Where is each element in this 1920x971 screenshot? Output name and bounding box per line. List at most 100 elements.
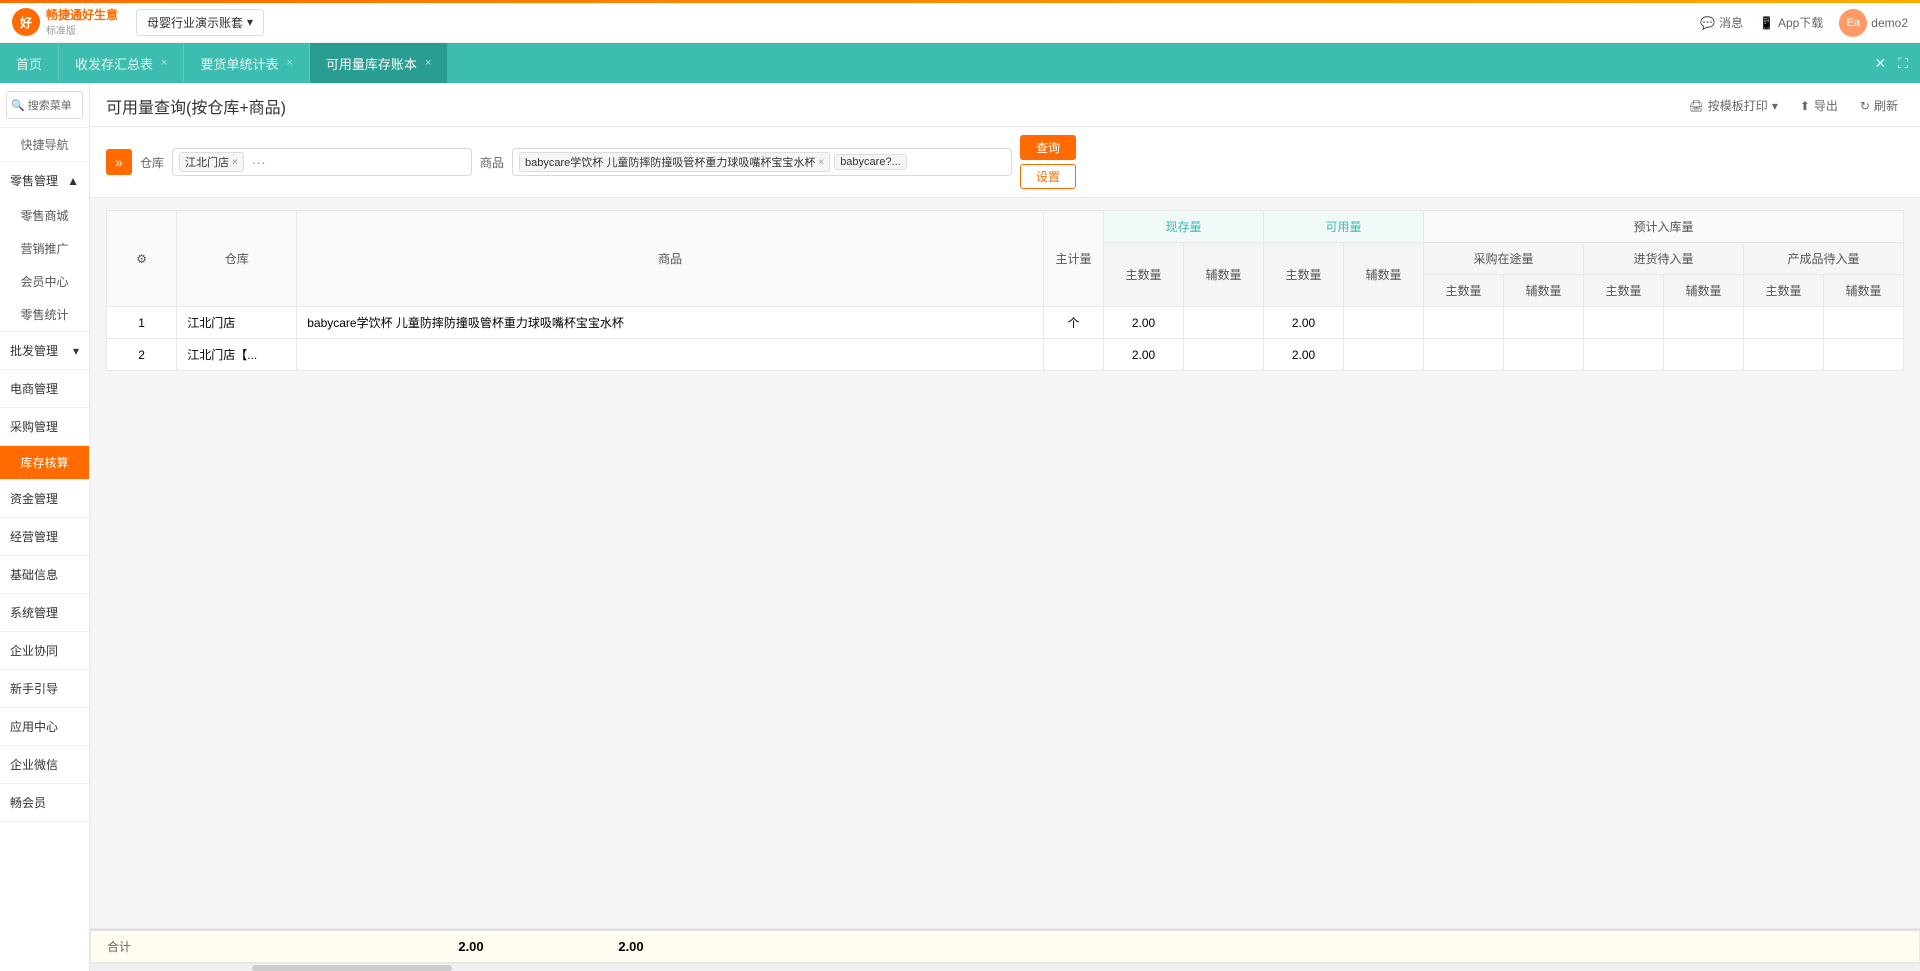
- sidebar-item-retail-stats[interactable]: 零售统计: [0, 298, 89, 331]
- sidebar-item-marketing[interactable]: 营销推广: [0, 232, 89, 265]
- sidebar-section-purchase-header[interactable]: 采购管理: [0, 408, 89, 445]
- sidebar-section-newbie-header[interactable]: 新手引导: [0, 670, 89, 707]
- cell-unit: [1044, 339, 1104, 371]
- remove-warehouse-tag[interactable]: ×: [232, 157, 238, 168]
- remove-product-tag-1[interactable]: ×: [818, 157, 824, 168]
- th-inc-aux: 辅数量: [1664, 275, 1744, 307]
- query-button[interactable]: 查询: [1020, 135, 1076, 160]
- dropdown-icon: ▾: [1772, 99, 1778, 113]
- sidebar-item-quick-nav[interactable]: 快捷导航: [0, 128, 89, 162]
- store-selector[interactable]: 母婴行业演示账套 ▾: [136, 9, 264, 36]
- logo-icon: 好: [12, 8, 40, 36]
- scrollbar-thumb[interactable]: [252, 965, 452, 971]
- page-header: 可用量查询(按仓库+商品) 🖨 按模板打印 ▾ ⬆ 导出 ↻ 刷新: [90, 83, 1920, 127]
- tab-home[interactable]: 首页: [0, 43, 59, 83]
- top-bar-right: 💬 消息 📱 App下载 Ea demo2: [1700, 9, 1908, 37]
- sidebar-section-finance-header[interactable]: 资金管理: [0, 480, 89, 517]
- sidebar-search-area: 🔍 搜索菜单: [0, 83, 89, 128]
- footer-stock-main: 2.00: [431, 939, 511, 954]
- user-profile[interactable]: Ea demo2: [1839, 9, 1908, 37]
- product-label: 商品: [480, 154, 504, 171]
- sidebar-section-apps-header[interactable]: 应用中心: [0, 708, 89, 745]
- cell-warehouse: 江北门店【...: [177, 339, 297, 371]
- chevron-icon: ▲: [67, 174, 79, 188]
- cell-prod-aux: [1824, 339, 1904, 371]
- th-incoming: 进货待入量: [1584, 243, 1744, 275]
- table-container: ⚙ 仓库 商品 主计量 现存量 可用量 预计入库量 主数量 辅数量 主数量 辅数…: [90, 198, 1920, 928]
- tab-stock-summary[interactable]: 收发存汇总表 ×: [59, 43, 184, 83]
- th-stock-main: 主数量: [1104, 243, 1184, 307]
- sidebar-section-system-header[interactable]: 系统管理: [0, 594, 89, 631]
- tab-order-stats[interactable]: 要货单统计表 ×: [184, 43, 309, 83]
- export-button[interactable]: ⬆ 导出: [1794, 93, 1844, 118]
- refresh-button[interactable]: ↻ 刷新: [1854, 93, 1904, 118]
- sidebar-section-collab-header[interactable]: 企业协同: [0, 632, 89, 669]
- th-production: 产成品待入量: [1744, 243, 1904, 275]
- page-bottom: 合计 2.00 2.00: [90, 928, 1920, 971]
- nav-controls: ✕ ⛶: [1870, 43, 1920, 83]
- cell-avail-main: 2.00: [1264, 339, 1344, 371]
- th-prod-aux: 辅数量: [1824, 275, 1904, 307]
- sidebar-section-biz-header[interactable]: 经营管理: [0, 518, 89, 555]
- sidebar-section-system: 系统管理: [0, 594, 89, 632]
- th-stock-group: 现存量: [1104, 211, 1264, 243]
- cell-inc-aux: [1664, 307, 1744, 339]
- th-pur-aux: 辅数量: [1504, 275, 1584, 307]
- table-footer: 合计 2.00 2.00: [90, 929, 1920, 963]
- cell-unit: 个: [1044, 307, 1104, 339]
- th-pur-main: 主数量: [1424, 275, 1504, 307]
- cell-stock-main: 2.00: [1104, 339, 1184, 371]
- sidebar-section-inventory: 库存核算: [0, 446, 89, 480]
- cell-product: [297, 339, 1044, 371]
- warehouse-filter-input[interactable]: 江北门店 × ···: [172, 148, 472, 176]
- main-layout: 🔍 搜索菜单 快捷导航 零售管理 ▲ 零售商城 营销推广 会员中心 零售统计 批…: [0, 83, 1920, 971]
- filter-expand-button[interactable]: »: [106, 149, 132, 175]
- cell-seq: 1: [107, 307, 177, 339]
- product-filter-input[interactable]: babycare学饮杯 儿童防摔防撞吸管杯重力球吸嘴杯宝宝水杯 × babyca…: [512, 148, 1012, 176]
- close-icon[interactable]: ×: [425, 57, 431, 69]
- sidebar-item-members[interactable]: 会员中心: [0, 265, 89, 298]
- tab-available-stock[interactable]: 可用量库存账本 ×: [310, 43, 448, 83]
- chevron-icon: ▾: [73, 344, 79, 358]
- cell-stock-aux: [1184, 339, 1264, 371]
- cell-inc-main: [1584, 339, 1664, 371]
- footer-label: 合计: [91, 938, 251, 955]
- th-planned-group: 预计入库量: [1424, 211, 1904, 243]
- sidebar-item-retail-mall[interactable]: 零售商城: [0, 199, 89, 232]
- sidebar-section-apps: 应用中心: [0, 708, 89, 746]
- logo-title: 畅捷通好生意: [46, 8, 118, 22]
- cell-pur-aux: [1504, 307, 1584, 339]
- sidebar-section-basic: 基础信息: [0, 556, 89, 594]
- sidebar-section-retail-header[interactable]: 零售管理 ▲: [0, 162, 89, 199]
- avatar: Ea: [1839, 9, 1867, 37]
- export-icon: ⬆: [1800, 99, 1810, 113]
- close-icon[interactable]: ×: [161, 57, 167, 69]
- search-menu-button[interactable]: 🔍 搜索菜单: [6, 91, 83, 119]
- sidebar-section-ecom-header[interactable]: 电商管理: [0, 370, 89, 407]
- table-settings-cell[interactable]: ⚙: [107, 211, 177, 307]
- refresh-icon: ↻: [1860, 99, 1870, 113]
- phone-icon: 📱: [1759, 16, 1774, 30]
- print-button[interactable]: 🖨 按模板打印 ▾: [1683, 93, 1784, 118]
- scrollbar-track[interactable]: [90, 963, 1920, 971]
- message-action[interactable]: 💬 消息: [1700, 14, 1743, 31]
- cell-pur-main: [1424, 307, 1504, 339]
- cell-prod-aux: [1824, 307, 1904, 339]
- page-title: 可用量查询(按仓库+商品): [106, 94, 286, 118]
- expand-icon[interactable]: ⛶: [1894, 51, 1912, 76]
- settings-button[interactable]: 设置: [1020, 164, 1076, 189]
- sidebar-section-basic-header[interactable]: 基础信息: [0, 556, 89, 593]
- more-dots[interactable]: ···: [248, 154, 270, 170]
- sidebar-section-wechat-header[interactable]: 企业微信: [0, 746, 89, 783]
- close-icon[interactable]: ×: [286, 57, 292, 69]
- sidebar-section-vip-header[interactable]: 畅会员: [0, 784, 89, 821]
- close-all-icon[interactable]: ✕: [1870, 51, 1890, 76]
- sidebar-section-wholesale-header[interactable]: 批发管理 ▾: [0, 332, 89, 369]
- th-available-group: 可用量: [1264, 211, 1424, 243]
- cell-avail-aux: [1344, 307, 1424, 339]
- th-warehouse: 仓库: [177, 211, 297, 307]
- top-bar: 好 畅捷通好生意 标准版 母婴行业演示账套 ▾ 💬 消息 📱 App下载 Ea …: [0, 3, 1920, 43]
- sidebar-item-inventory[interactable]: 库存核算: [0, 446, 89, 479]
- app-download-action[interactable]: 📱 App下载: [1759, 14, 1823, 31]
- sidebar-section-newbie: 新手引导: [0, 670, 89, 708]
